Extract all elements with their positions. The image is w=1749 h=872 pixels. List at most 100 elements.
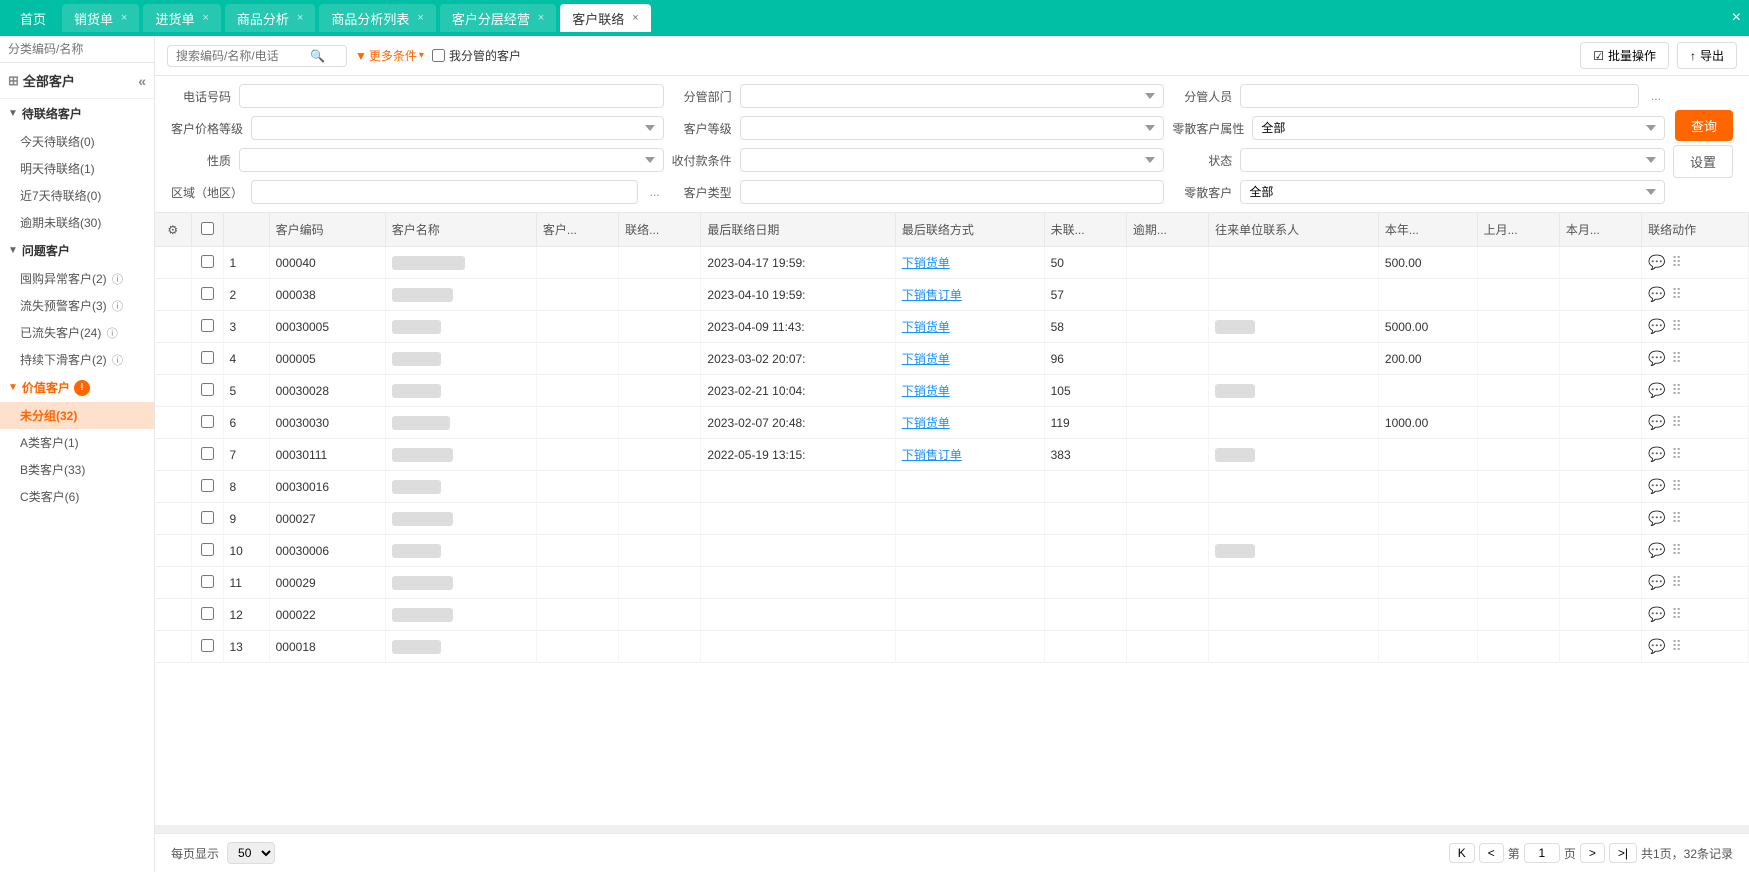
nav-tab-customer-contact[interactable]: 客户联络 ×: [560, 4, 650, 32]
chat-icon[interactable]: 💬: [1648, 478, 1665, 495]
settings-icon[interactable]: ⚙: [167, 223, 178, 237]
filter-select-price-level[interactable]: [251, 116, 664, 140]
col-settings[interactable]: ⚙: [155, 213, 191, 247]
sidebar-item-today[interactable]: 今天待联络(0): [0, 128, 154, 155]
more-icon[interactable]: ⠿: [1672, 414, 1682, 431]
nav-tab-customer-segment[interactable]: 客户分层经营 ×: [440, 4, 556, 32]
row-checkbox[interactable]: [201, 607, 214, 620]
row-checkbox[interactable]: [201, 287, 214, 300]
sidebar-collapse-button[interactable]: «: [138, 73, 146, 89]
sidebar-item-abnormal[interactable]: 囤购异常客户(2) ⓘ: [0, 265, 154, 292]
sidebar-item-churned[interactable]: 已流失客户(24) ⓘ: [0, 319, 154, 346]
sidebar-section-problem-header[interactable]: ▼ 问题客户: [0, 236, 154, 265]
more-icon[interactable]: ⠿: [1672, 350, 1682, 367]
nav-tab-product-analysis[interactable]: 商品分析 ×: [225, 4, 315, 32]
row-checkbox[interactable]: [201, 639, 214, 652]
chat-icon[interactable]: 💬: [1648, 510, 1665, 527]
row-checkbox[interactable]: [201, 351, 214, 364]
col-name[interactable]: 客户名称: [385, 213, 536, 247]
page-number-input[interactable]: [1524, 843, 1560, 863]
sidebar-item-overdue[interactable]: 逾期未联络(30): [0, 209, 154, 236]
more-icon[interactable]: ⠿: [1672, 542, 1682, 559]
sidebar-item-tomorrow[interactable]: 明天待联络(1): [0, 155, 154, 182]
filter-search-input[interactable]: [176, 49, 306, 63]
more-icon[interactable]: ⠿: [1672, 638, 1682, 655]
chat-icon[interactable]: 💬: [1648, 606, 1665, 623]
row-checkbox[interactable]: [201, 543, 214, 556]
more-icon[interactable]: ⠿: [1672, 446, 1682, 463]
prev-page-button[interactable]: <: [1479, 843, 1504, 863]
chat-icon[interactable]: 💬: [1648, 318, 1665, 335]
filter-select-customer-level[interactable]: [740, 116, 1165, 140]
sidebar-search-input[interactable]: [8, 42, 155, 56]
next-page-button[interactable]: >: [1580, 843, 1605, 863]
filter-input-person[interactable]: [1240, 84, 1639, 108]
col-overdue[interactable]: 逾期...: [1126, 213, 1208, 247]
export-button[interactable]: ↑ 导出: [1677, 42, 1737, 69]
more-icon[interactable]: ⠿: [1672, 286, 1682, 303]
col-unit-contact[interactable]: 往来单位联系人: [1209, 213, 1379, 247]
col-checkbox[interactable]: [191, 213, 223, 247]
filter-my-customers[interactable]: 我分管的客户: [432, 47, 521, 64]
chat-icon[interactable]: 💬: [1648, 350, 1665, 367]
more-icon[interactable]: ⠿: [1672, 318, 1682, 335]
sidebar-item-class-a[interactable]: A类客户(1): [0, 429, 154, 456]
col-last-contact-method[interactable]: 最后联络方式: [895, 213, 1044, 247]
chat-icon[interactable]: 💬: [1648, 254, 1665, 271]
chat-icon[interactable]: 💬: [1648, 574, 1665, 591]
chat-icon[interactable]: 💬: [1648, 414, 1665, 431]
filter-input-customer-type[interactable]: [740, 180, 1165, 204]
row-checkbox[interactable]: [201, 447, 214, 460]
select-all-checkbox[interactable]: [201, 222, 214, 235]
sidebar-all-customers[interactable]: ⊞ 全部客户 «: [0, 63, 154, 99]
close-customer-segment-icon[interactable]: ×: [538, 12, 544, 24]
chat-icon[interactable]: 💬: [1648, 286, 1665, 303]
row-checkbox[interactable]: [201, 383, 214, 396]
row-checkbox[interactable]: [201, 575, 214, 588]
more-icon[interactable]: ⠿: [1672, 606, 1682, 623]
more-icon[interactable]: ⠿: [1672, 382, 1682, 399]
filter-input-phone[interactable]: [239, 84, 664, 108]
batch-operation-button[interactable]: ☑ 批量操作: [1580, 42, 1669, 69]
filter-input-region[interactable]: [251, 180, 638, 204]
sidebar-section-pending-header[interactable]: ▼ 待联络客户: [0, 99, 154, 128]
chat-icon[interactable]: 💬: [1648, 382, 1665, 399]
filter-select-retail-customer[interactable]: 全部: [1240, 180, 1665, 204]
col-type[interactable]: 客户...: [536, 213, 618, 247]
last-page-button[interactable]: >|: [1609, 843, 1637, 863]
nav-tab-product-analysis-list[interactable]: 商品分析列表 ×: [319, 4, 435, 32]
close-sales-icon[interactable]: ×: [121, 12, 127, 24]
col-last-contact-date[interactable]: 最后联络日期: [701, 213, 895, 247]
first-page-button[interactable]: K: [1449, 843, 1475, 863]
col-code[interactable]: 客户编码: [269, 213, 385, 247]
chat-icon[interactable]: 💬: [1648, 638, 1665, 655]
col-this-year[interactable]: 本年...: [1378, 213, 1477, 247]
close-product-analysis-list-icon[interactable]: ×: [417, 12, 423, 24]
col-last-month[interactable]: 上月...: [1477, 213, 1559, 247]
my-customers-checkbox[interactable]: [432, 49, 445, 62]
row-checkbox[interactable]: [201, 255, 214, 268]
more-icon[interactable]: ⠿: [1672, 478, 1682, 495]
chat-icon[interactable]: 💬: [1648, 542, 1665, 559]
sidebar-item-declining[interactable]: 持续下滑客户(2) ⓘ: [0, 346, 154, 373]
filter-more-conditions[interactable]: ▼ 更多条件 ▾: [355, 47, 424, 64]
filter-select-payment[interactable]: [740, 148, 1165, 172]
nav-tab-sales[interactable]: 销货单 ×: [62, 4, 139, 32]
row-checkbox[interactable]: [201, 319, 214, 332]
sidebar-item-7days[interactable]: 近7天待联络(0): [0, 182, 154, 209]
nav-tab-home[interactable]: 首页: [8, 4, 58, 32]
filter-select-retail-attr[interactable]: 全部: [1252, 116, 1665, 140]
sidebar-section-value-header[interactable]: ▼ 价值客户 !: [0, 373, 154, 402]
row-checkbox[interactable]: [201, 479, 214, 492]
filter-dots-person[interactable]: ...: [1647, 89, 1665, 103]
filter-select-nature[interactable]: [239, 148, 664, 172]
more-icon[interactable]: ⠿: [1672, 254, 1682, 271]
row-checkbox[interactable]: [201, 511, 214, 524]
col-contact[interactable]: 联络...: [619, 213, 701, 247]
reset-button[interactable]: 设置: [1673, 145, 1733, 178]
close-product-analysis-icon[interactable]: ×: [297, 12, 303, 24]
filter-select-status[interactable]: [1240, 148, 1665, 172]
nav-tab-purchase[interactable]: 进货单 ×: [143, 4, 220, 32]
chat-icon[interactable]: 💬: [1648, 446, 1665, 463]
sidebar-item-class-b[interactable]: B类客户(33): [0, 456, 154, 483]
